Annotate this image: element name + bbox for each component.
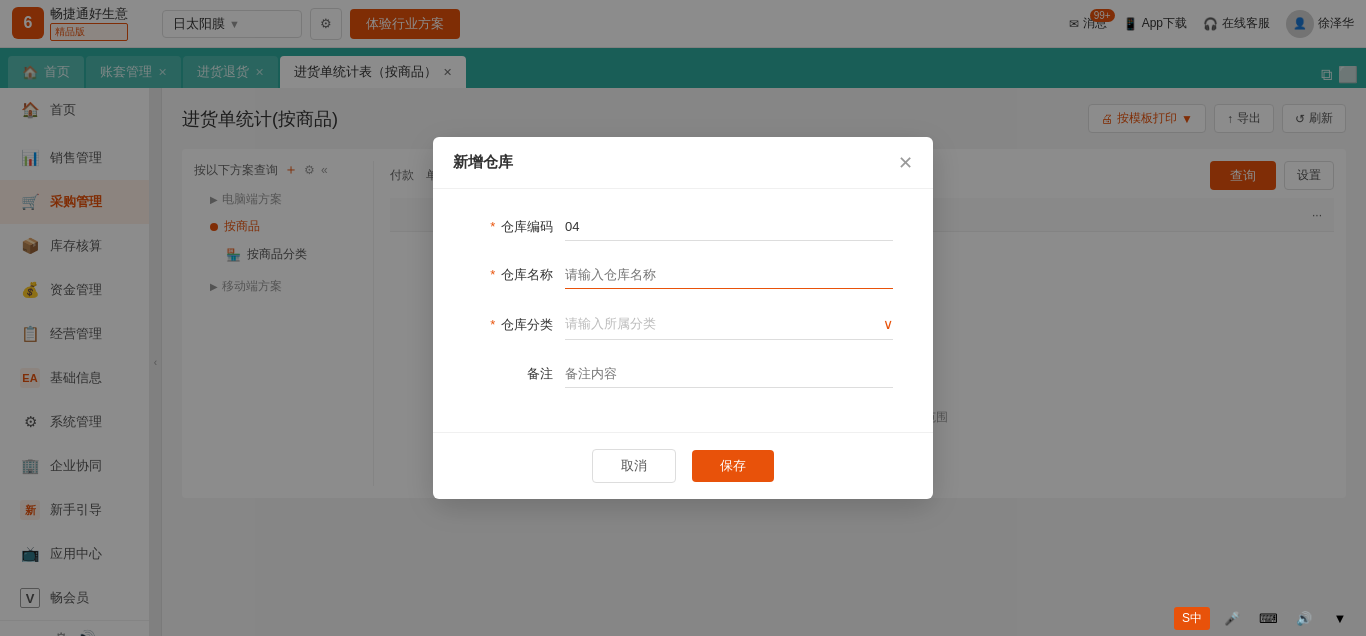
form-name-label: * 仓库名称 [473,266,553,284]
warehouse-category-select[interactable]: 请输入所属分类 ∨ [565,309,893,340]
form-row-code: * 仓库编码 [473,213,893,241]
category-placeholder: 请输入所属分类 [565,315,656,333]
warehouse-code-input[interactable] [565,213,893,241]
save-button[interactable]: 保存 [692,450,774,482]
keyboard-icon[interactable]: ⌨ [1254,604,1282,632]
modal-body: * 仓库编码 * 仓库名称 * 仓库分类 请输入所属 [433,189,933,432]
form-code-label: * 仓库编码 [473,218,553,236]
required-star-name: * [490,267,495,282]
microphone-icon[interactable]: 🎤 [1218,604,1246,632]
speaker-icon[interactable]: 🔊 [1290,604,1318,632]
modal-header: 新增仓库 ✕ [433,137,933,189]
bottom-bar: S中 🎤 ⌨ 🔊 ▼ [1162,600,1366,636]
form-row-name: * 仓库名称 [473,261,893,289]
modal-footer: 取消 保存 [433,432,933,499]
cancel-button[interactable]: 取消 [592,449,676,483]
modal-close-button[interactable]: ✕ [898,154,913,172]
required-star-category: * [490,317,495,332]
new-warehouse-modal: 新增仓库 ✕ * 仓库编码 * 仓库名称 [433,137,933,499]
modal-overlay[interactable]: 新增仓库 ✕ * 仓库编码 * 仓库名称 [0,0,1366,636]
warehouse-note-input[interactable] [565,360,893,388]
warehouse-name-input[interactable] [565,261,893,289]
sougou-input-icon[interactable]: S中 [1174,607,1210,630]
form-category-label: * 仓库分类 [473,316,553,334]
required-star-code: * [490,219,495,234]
form-row-category: * 仓库分类 请输入所属分类 ∨ [473,309,893,340]
modal-title: 新增仓库 [453,153,513,172]
more-icon[interactable]: ▼ [1326,604,1354,632]
form-note-label: 备注 [473,365,553,383]
category-dropdown-arrow: ∨ [883,316,893,332]
form-row-note: 备注 [473,360,893,388]
